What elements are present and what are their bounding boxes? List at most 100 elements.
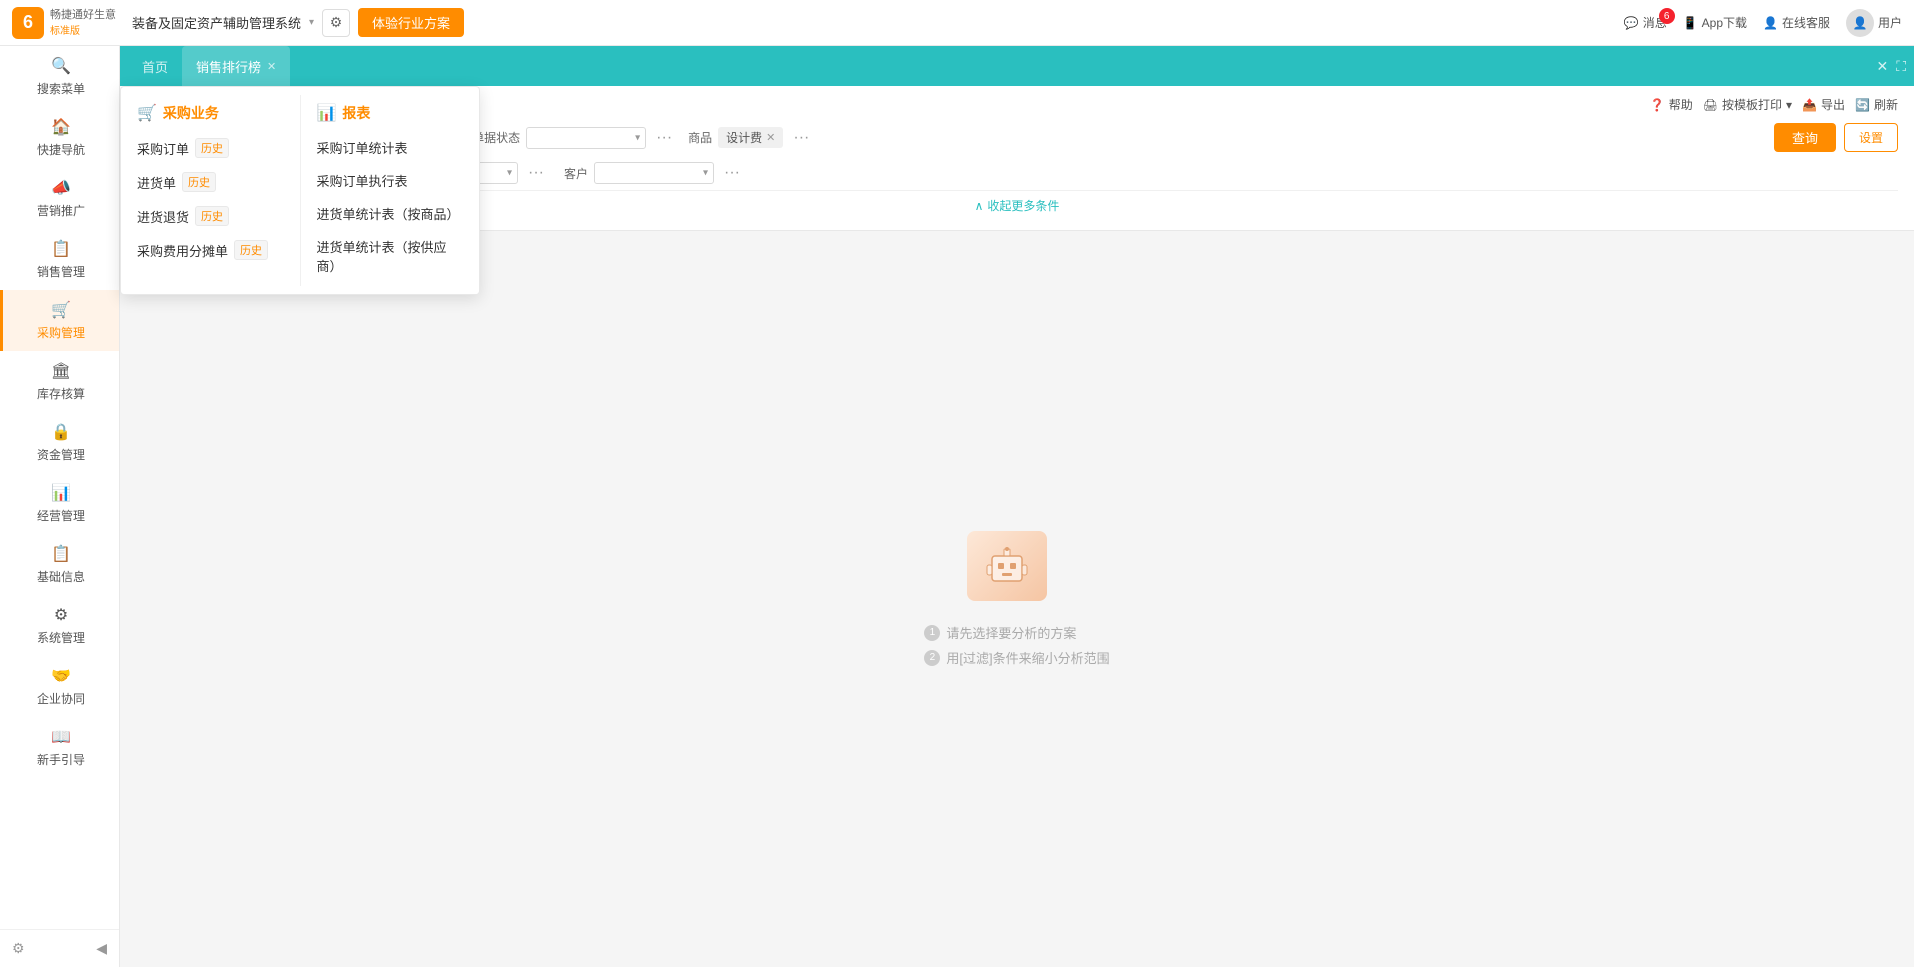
system-settings-button[interactable]: ⚙ [322, 9, 350, 37]
purchase-order-history-tag: 历史 [195, 138, 229, 158]
goods-tag-close[interactable]: ✕ [766, 131, 775, 144]
sidebar-item-search[interactable]: 🔍 搜索菜单 [0, 46, 119, 107]
purchase-order-item[interactable]: 采购订单 历史 [121, 131, 300, 165]
customer-dots[interactable]: ··· [720, 164, 744, 182]
bill-status-select[interactable] [526, 127, 646, 149]
tab-sales-ranking-label: 销售排行榜 [196, 57, 261, 76]
sidebar-label-operations: 经营管理 [37, 507, 85, 524]
user-menu-button[interactable]: 👤 用户 [1846, 9, 1902, 37]
purchase-icon: 🛒 [51, 300, 71, 320]
purchase-header-icon: 🛒 [137, 103, 157, 123]
refresh-button[interactable]: 🔄 刷新 [1855, 96, 1898, 113]
template-print-button[interactable]: 🖨 按模板打印 ▾ [1703, 96, 1792, 113]
service-icon: 👤 [1763, 16, 1778, 30]
export-label: 导出 [1821, 96, 1845, 113]
empty-illustration [967, 531, 1067, 611]
report-header-icon: 📊 [317, 103, 337, 123]
report-title: 报表 [342, 103, 370, 123]
home-icon: 🏠 [51, 117, 71, 137]
industry-solution-button[interactable]: 体验行业方案 [358, 8, 464, 37]
goods-label: 商品 [688, 129, 712, 146]
online-service-button[interactable]: 👤 在线客服 [1763, 14, 1830, 31]
customer-select[interactable] [594, 162, 714, 184]
marketing-icon: 📣 [51, 178, 71, 198]
receipt-stats-goods-item[interactable]: 进货单统计表（按商品） [301, 197, 480, 230]
refresh-label: 刷新 [1874, 96, 1898, 113]
purchase-receipt-item[interactable]: 进货单 历史 [121, 165, 300, 199]
setting-button[interactable]: 设置 [1844, 123, 1898, 152]
basic-info-icon: 📋 [51, 544, 71, 564]
purchase-receipt-history-tag: 历史 [182, 172, 216, 192]
enterprise-icon: 🤝 [51, 666, 71, 686]
system-title: 装备及固定资产辅助管理系统 [132, 13, 301, 32]
purchase-order-exec-item[interactable]: 采购订单执行表 [301, 164, 480, 197]
sidebar-item-marketing[interactable]: 📣 营销推广 [0, 168, 119, 229]
sidebar-item-enterprise[interactable]: 🤝 企业协同 [0, 656, 119, 717]
receipt-stats-supplier-item[interactable]: 进货单统计表（按供应商） [301, 230, 480, 282]
collapse-arrow-icon: ∧ [975, 199, 984, 213]
empty-tip-2: 2 用[过滤]条件来缩小分析范围 [924, 648, 1109, 667]
empty-icon-inner [967, 531, 1047, 601]
purchase-return-history-tag: 历史 [195, 206, 229, 226]
query-button[interactable]: 查询 [1774, 123, 1836, 152]
salesperson-dots[interactable]: ··· [524, 164, 548, 182]
tab-expand-icon[interactable]: ⛶ [1896, 58, 1906, 75]
sidebar-item-capital[interactable]: 🔒 资金管理 [0, 412, 119, 473]
sidebar-label-system: 系统管理 [37, 629, 85, 646]
sidebar-label-inventory: 库存核算 [37, 385, 85, 402]
sidebar-item-purchase[interactable]: 🛒 采购管理 [0, 290, 119, 351]
bottom-settings-icon[interactable]: ⚙ [12, 940, 25, 957]
purchase-business-title: 采购业务 [163, 103, 219, 123]
operations-icon: 📊 [51, 483, 71, 503]
system-title-area: 装备及固定资产辅助管理系统 ▾ ⚙ 体验行业方案 [132, 8, 1624, 37]
tip-text-1: 请先选择要分析的方案 [946, 623, 1076, 642]
system-icon: ⚙ [54, 605, 68, 625]
tab-home[interactable]: 首页 [128, 46, 182, 86]
sidebar: 🔍 搜索菜单 🏠 快捷导航 📣 营销推广 📋 销售管理 🛒 采购管理 🏛 库存核… [0, 46, 120, 967]
logo-icon: 6 [12, 7, 44, 39]
print-dropdown-icon: ▾ [1786, 98, 1792, 112]
sidebar-label-marketing: 营销推广 [37, 202, 85, 219]
system-title-dropdown-arrow[interactable]: ▾ [309, 17, 314, 28]
tab-close-window-icon[interactable]: ✕ [1876, 58, 1888, 75]
bill-status-select-wrapper [526, 127, 646, 149]
export-button[interactable]: 📤 导出 [1802, 96, 1845, 113]
tip-num-1: 1 [924, 625, 940, 641]
sidebar-label-capital: 资金管理 [37, 446, 85, 463]
app-download-button[interactable]: 📱 App下载 [1683, 14, 1747, 31]
sidebar-label-guide: 新手引导 [37, 751, 85, 768]
goods-dots[interactable]: ··· [789, 129, 813, 147]
purchase-expense-item[interactable]: 采购费用分摊单 历史 [121, 233, 300, 267]
help-button[interactable]: ❓ 帮助 [1650, 96, 1693, 113]
sidebar-item-sales[interactable]: 📋 销售管理 [0, 229, 119, 290]
user-label: 用户 [1878, 14, 1902, 31]
purchase-order-label: 采购订单 [137, 139, 189, 158]
user-avatar: 👤 [1846, 9, 1874, 37]
sidebar-item-system[interactable]: ⚙ 系统管理 [0, 595, 119, 656]
customer-label: 客户 [564, 165, 588, 182]
action-buttons: 查询 设置 [1774, 123, 1898, 152]
receipt-stats-supplier-label: 进货单统计表（按供应商） [317, 237, 464, 275]
sidebar-item-basic-info[interactable]: 📋 基础信息 [0, 534, 119, 595]
purchase-receipt-label: 进货单 [137, 173, 176, 192]
purchase-order-stats-item[interactable]: 采购订单统计表 [301, 131, 480, 164]
bill-status-dots[interactable]: ··· [652, 129, 676, 147]
sidebar-bottom: ⚙ ◀ [0, 929, 119, 967]
receipt-stats-goods-label: 进货单统计表（按商品） [317, 204, 460, 223]
sidebar-collapse-icon[interactable]: ◀ [96, 940, 107, 957]
header-right: 💬 消息 6 📱 App下载 👤 在线客服 👤 用户 [1624, 9, 1902, 37]
messages-button[interactable]: 💬 消息 6 [1624, 14, 1667, 31]
sidebar-item-inventory[interactable]: 🏛 库存核算 [0, 351, 119, 412]
sidebar-item-operations[interactable]: 📊 经营管理 [0, 473, 119, 534]
logo-name: 畅捷通好生意 [50, 8, 116, 22]
purchase-return-item[interactable]: 进货退货 历史 [121, 199, 300, 233]
tab-sales-ranking[interactable]: 销售排行榜 ✕ [182, 46, 290, 86]
inventory-icon: 🏛 [51, 361, 71, 381]
sidebar-item-guide[interactable]: 📖 新手引导 [0, 717, 119, 778]
tab-close-icon[interactable]: ✕ [267, 60, 276, 73]
purchase-expense-label: 采购费用分摊单 [137, 241, 228, 260]
sidebar-label-basic-info: 基础信息 [37, 568, 85, 585]
tip-num-2: 2 [924, 650, 940, 666]
empty-tips: 1 请先选择要分析的方案 2 用[过滤]条件来缩小分析范围 [924, 623, 1109, 667]
sidebar-item-quick-nav[interactable]: 🏠 快捷导航 [0, 107, 119, 168]
